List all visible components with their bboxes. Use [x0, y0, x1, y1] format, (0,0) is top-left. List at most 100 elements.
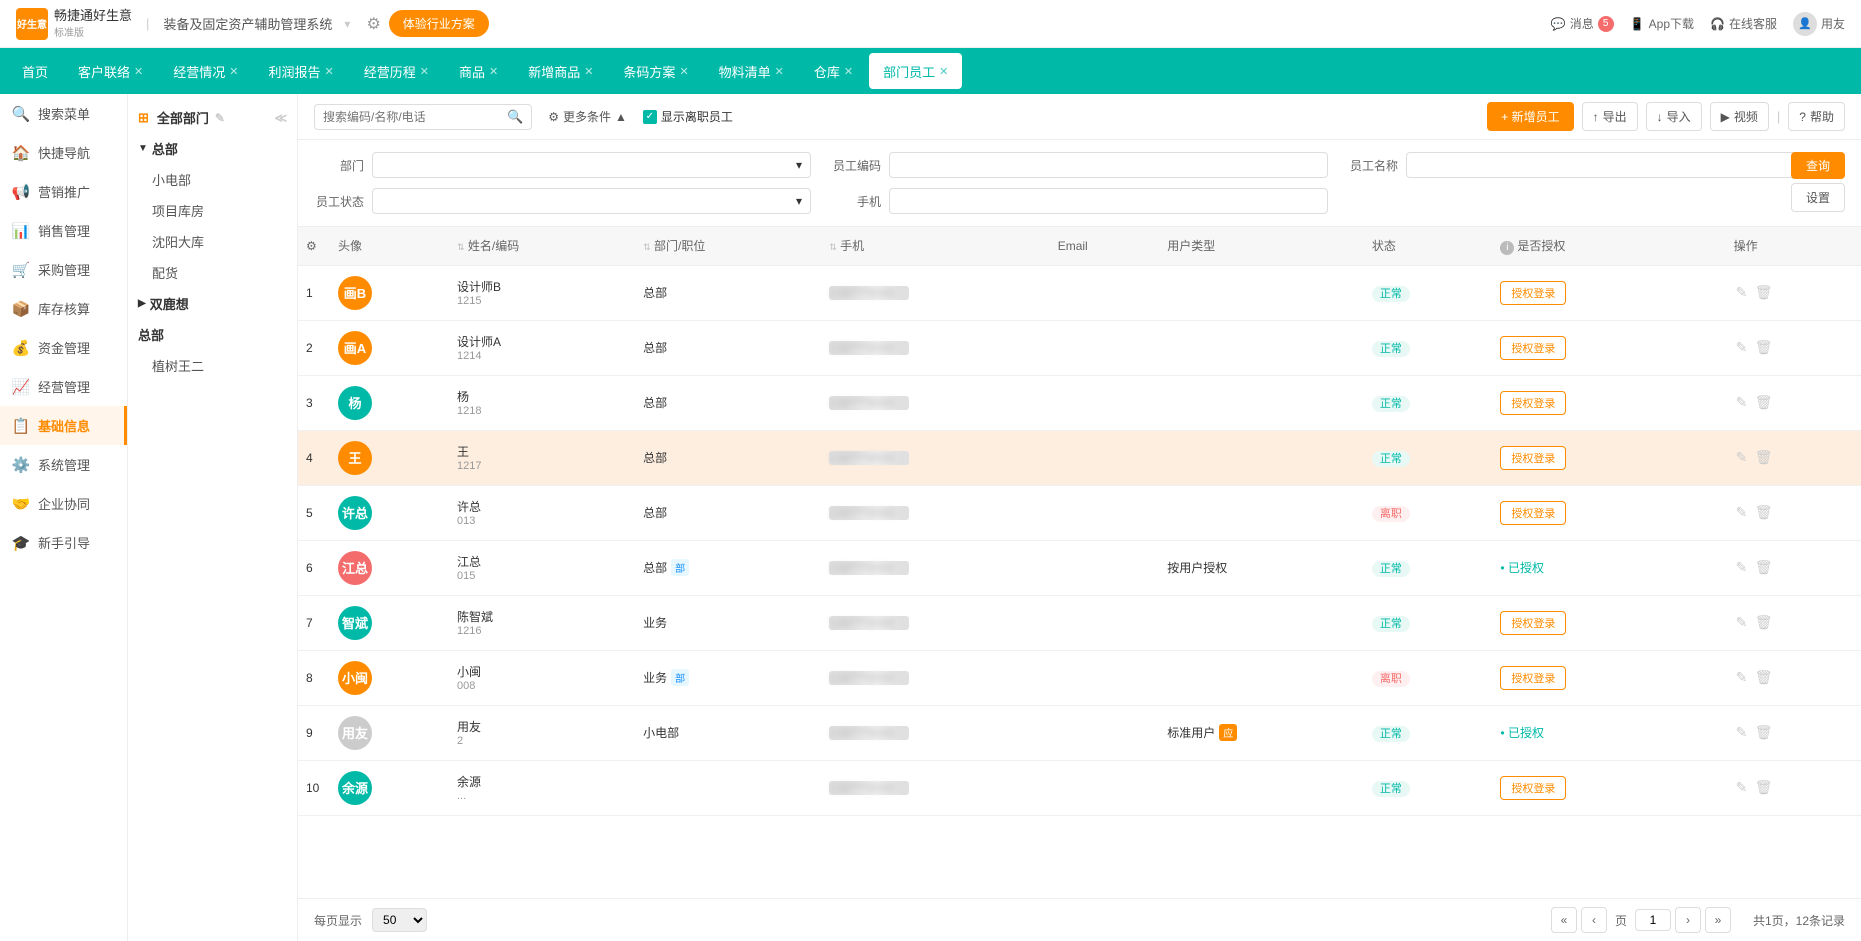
query-btn[interactable]: 查询 [1791, 152, 1845, 179]
search-box[interactable]: 🔍 [314, 104, 532, 130]
add-employee-btn[interactable]: + 新增员工 [1487, 102, 1573, 131]
sidebar-item-新手引导[interactable]: 🎓新手引导 [0, 523, 127, 562]
delete-icon[interactable]: 🗑 [1755, 669, 1773, 685]
sidebar-item-销售管理[interactable]: 📊销售管理 [0, 211, 127, 250]
sidebar-item-营销推广[interactable]: 📢营销推广 [0, 172, 127, 211]
tab-close-icon[interactable]: ✕ [844, 65, 853, 78]
col-dept[interactable]: ⇅ 部门/职位 [635, 227, 821, 265]
tab-close-icon[interactable]: ✕ [679, 65, 688, 78]
auth-btn[interactable]: 授权登录 [1500, 446, 1566, 470]
tab-close-icon[interactable]: ✕ [584, 65, 593, 78]
tab-close-icon[interactable]: ✕ [939, 65, 948, 78]
emp-name-input[interactable] [1406, 152, 1845, 178]
tab-close-icon[interactable]: ✕ [775, 65, 784, 78]
delete-icon[interactable]: 🗑 [1755, 284, 1773, 300]
auth-btn[interactable]: 授权登录 [1500, 776, 1566, 800]
nav-tab-利润报告[interactable]: 利润报告✕ [254, 53, 347, 89]
col-settings[interactable]: ⚙ [298, 227, 330, 265]
show-resigned-checkbox[interactable]: ✓ [643, 110, 657, 124]
tree-node-项目库房[interactable]: 项目库房 [128, 195, 297, 226]
delete-icon[interactable]: 🗑 [1755, 504, 1773, 520]
edit-icon[interactable]: ✎ [1736, 284, 1748, 300]
delete-icon[interactable]: 🗑 [1755, 779, 1773, 795]
system-dropdown-icon[interactable]: ▾ [344, 17, 350, 31]
tab-close-icon[interactable]: ✕ [134, 65, 143, 78]
auth-btn[interactable]: 授权登录 [1500, 336, 1566, 360]
set-btn[interactable]: 设置 [1791, 183, 1845, 212]
delete-icon[interactable]: 🗑 [1755, 394, 1773, 410]
auth-btn[interactable]: 授权登录 [1500, 501, 1566, 525]
edit-icon[interactable]: ✎ [1736, 394, 1748, 410]
nav-tab-仓库[interactable]: 仓库✕ [800, 53, 867, 89]
tab-close-icon[interactable]: ✕ [325, 65, 334, 78]
delete-icon[interactable]: 🗑 [1755, 614, 1773, 630]
search-input[interactable] [323, 110, 503, 124]
trial-btn[interactable]: 体验行业方案 [389, 10, 489, 37]
tab-close-icon[interactable]: ✕ [229, 65, 238, 78]
nav-tab-部门员工[interactable]: 部门员工✕ [869, 53, 962, 89]
sidebar-item-搜索菜单[interactable]: 🔍搜索菜单 [0, 94, 127, 133]
edit-icon[interactable]: ✎ [1736, 339, 1748, 355]
nav-tab-商品[interactable]: 商品✕ [445, 53, 512, 89]
user-btn[interactable]: 👤 用友 [1793, 12, 1845, 36]
phone-input[interactable] [889, 188, 1328, 214]
tree-node-总部[interactable]: ▼总部 [128, 133, 297, 164]
sidebar-item-经营管理[interactable]: 📈经营管理 [0, 367, 127, 406]
delete-icon[interactable]: 🗑 [1755, 339, 1773, 355]
nav-tab-经营情况[interactable]: 经营情况✕ [159, 53, 252, 89]
auth-btn[interactable]: 授权登录 [1500, 611, 1566, 635]
video-btn[interactable]: ▶ 视频 [1710, 102, 1769, 131]
tree-node-配货[interactable]: 配货 [128, 257, 297, 288]
sidebar-item-基础信息[interactable]: 📋基础信息 [0, 406, 127, 445]
nav-tab-客户联络[interactable]: 客户联络✕ [64, 53, 157, 89]
service-btn[interactable]: 🎧 在线客服 [1710, 15, 1777, 32]
delete-icon[interactable]: 🗑 [1755, 449, 1773, 465]
last-page-btn[interactable]: » [1705, 907, 1731, 933]
sidebar-item-采购管理[interactable]: 🛒采购管理 [0, 250, 127, 289]
auth-btn[interactable]: 授权登录 [1500, 666, 1566, 690]
tree-collapse-btn[interactable]: ≪ [274, 111, 287, 125]
tree-node-沈阳大库[interactable]: 沈阳大库 [128, 226, 297, 257]
nav-tab-新增商品[interactable]: 新增商品✕ [514, 53, 607, 89]
tree-node-小电部[interactable]: 小电部 [128, 164, 297, 195]
sidebar-item-系统管理[interactable]: ⚙️系统管理 [0, 445, 127, 484]
page-input[interactable] [1635, 909, 1671, 931]
next-page-btn[interactable]: › [1675, 907, 1701, 933]
settings-icon[interactable]: ⚙ [366, 14, 380, 34]
nav-tab-物料清单[interactable]: 物料清单✕ [705, 53, 798, 89]
emp-status-select[interactable]: ▾ [372, 188, 811, 214]
export-btn[interactable]: ↑ 导出 [1582, 102, 1638, 131]
auth-btn[interactable]: 授权登录 [1500, 281, 1566, 305]
edit-icon[interactable]: ✎ [1736, 724, 1748, 740]
tab-close-icon[interactable]: ✕ [489, 65, 498, 78]
nav-tab-经营历程[interactable]: 经营历程✕ [350, 53, 443, 89]
delete-icon[interactable]: 🗑 [1755, 724, 1773, 740]
show-resigned-toggle[interactable]: ✓ 显示离职员工 [643, 108, 733, 125]
nav-tab-条码方案[interactable]: 条码方案✕ [609, 53, 702, 89]
per-page-select[interactable]: 50 20 100 [372, 908, 427, 932]
col-name[interactable]: ⇅ 姓名/编码 [449, 227, 635, 265]
message-btn[interactable]: 💬 消息 5 [1551, 15, 1614, 32]
tree-node-双鹿想[interactable]: ▶双鹿想 [128, 288, 297, 319]
tree-node-总部[interactable]: 总部 [128, 319, 297, 350]
first-page-btn[interactable]: « [1551, 907, 1577, 933]
edit-icon[interactable]: ✎ [1736, 779, 1748, 795]
auth-btn[interactable]: 授权登录 [1500, 391, 1566, 415]
tab-close-icon[interactable]: ✕ [420, 65, 429, 78]
sidebar-item-快捷导航[interactable]: 🏠快捷导航 [0, 133, 127, 172]
sidebar-item-库存核算[interactable]: 📦库存核算 [0, 289, 127, 328]
edit-icon[interactable]: ✎ [1736, 504, 1748, 520]
sidebar-item-资金管理[interactable]: 💰资金管理 [0, 328, 127, 367]
edit-icon[interactable]: ✎ [1736, 614, 1748, 630]
edit-icon[interactable]: ✎ [1736, 669, 1748, 685]
more-filter-btn[interactable]: ⚙ 更多条件 ▲ [540, 104, 635, 129]
nav-tab-首页[interactable]: 首页 [8, 53, 62, 89]
emp-code-input[interactable] [889, 152, 1328, 178]
tree-edit-icon[interactable]: ✎ [215, 111, 225, 125]
tree-node-植树王二[interactable]: 植树王二 [128, 350, 297, 381]
edit-icon[interactable]: ✎ [1736, 559, 1748, 575]
prev-page-btn[interactable]: ‹ [1581, 907, 1607, 933]
help-btn[interactable]: ? 帮助 [1788, 102, 1845, 131]
edit-icon[interactable]: ✎ [1736, 449, 1748, 465]
col-phone[interactable]: ⇅ 手机 [821, 227, 1049, 265]
